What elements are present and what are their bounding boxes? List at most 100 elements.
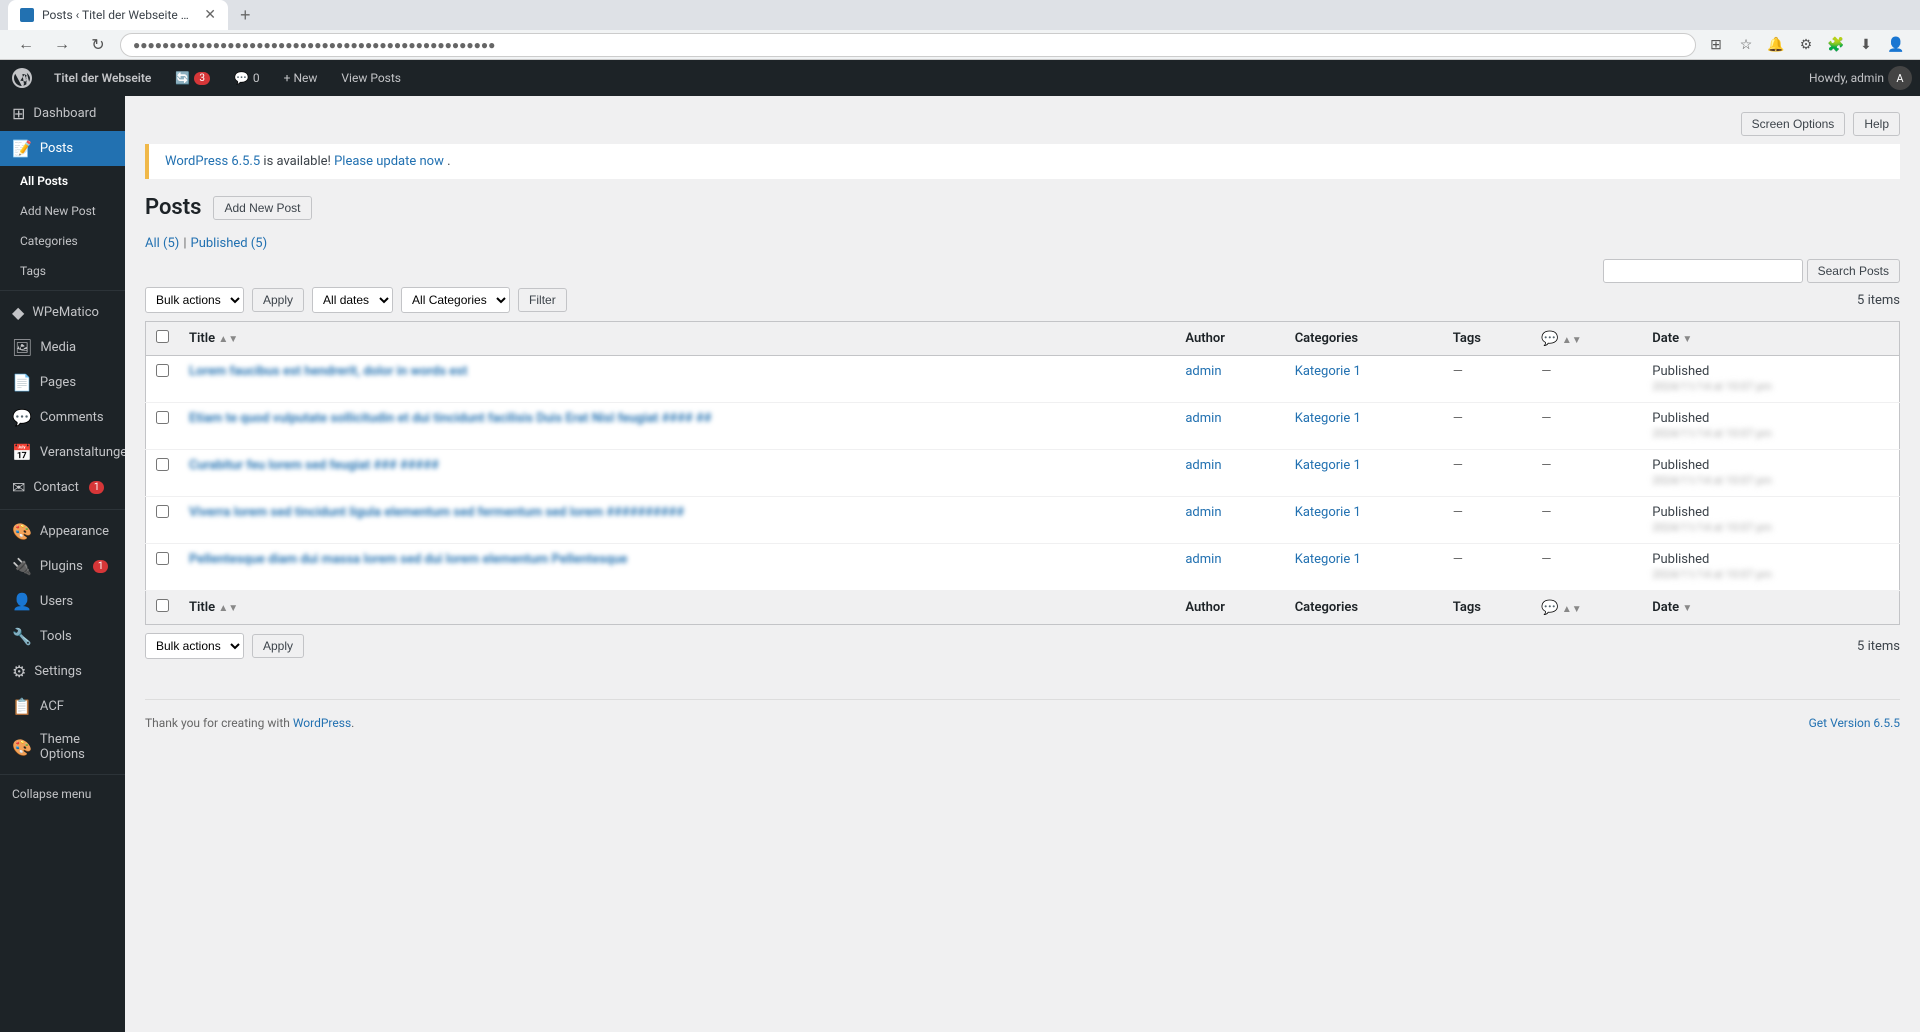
close-tab-icon[interactable]: ✕ (204, 7, 216, 23)
profile-icon[interactable]: 👤 (1884, 33, 1908, 57)
notice-update-link[interactable]: Please update now (334, 154, 444, 169)
filter-published-link[interactable]: Published (5) (191, 236, 268, 251)
search-input[interactable] (1603, 259, 1803, 283)
sidebar-item-posts[interactable]: 📝 Posts (0, 131, 125, 166)
wordpress-link[interactable]: WordPress (293, 716, 351, 730)
category-link-2[interactable]: Kategorie 1 (1295, 458, 1361, 473)
tools-icon: 🔧 (12, 627, 32, 646)
category-link-3[interactable]: Kategorie 1 (1295, 505, 1361, 520)
filter-button[interactable]: Filter (518, 288, 567, 312)
sidebar-item-plugins[interactable]: 🔌 Plugins 1 (0, 549, 125, 584)
tfoot-date[interactable]: Date ▼ (1642, 591, 1899, 625)
sidebar-item-wpematico[interactable]: ◆ WPeMatico (0, 295, 125, 330)
notice-wp-link[interactable]: WordPress 6.5.5 (165, 154, 260, 169)
bulk-actions-select-bottom[interactable]: Bulk actions (145, 633, 244, 659)
category-link-4[interactable]: Kategorie 1 (1295, 552, 1361, 567)
row-author-4: admin (1175, 544, 1284, 591)
veranstaltungen-icon: 📅 (12, 443, 32, 462)
sidebar-item-users[interactable]: 👤 Users (0, 584, 125, 619)
sidebar-item-pages[interactable]: 📄 Pages (0, 365, 125, 400)
get-version-link[interactable]: Get Version 6.5.5 (1809, 716, 1900, 730)
sidebar-item-add-new-post[interactable]: Add New Post (0, 196, 125, 226)
comments-value-4: — (1541, 552, 1551, 567)
sidebar-item-tools[interactable]: 🔧 Tools (0, 619, 125, 654)
admin-bar-comments[interactable]: 💬 0 (228, 60, 266, 96)
post-title-link-3[interactable]: Viverra lorem sed tincidunt ligula eleme… (189, 505, 1165, 520)
select-all-footer-checkbox[interactable] (156, 599, 169, 612)
notifications-icon[interactable]: 🔔 (1764, 33, 1788, 57)
select-all-checkbox[interactable] (156, 330, 169, 343)
table-row: Pellentesque diam dui massa lorem sed du… (146, 544, 1900, 591)
filter-all-link[interactable]: All (5) (145, 236, 179, 251)
th-date[interactable]: Date ▼ (1642, 322, 1899, 356)
th-comments[interactable]: 💬 ▲▼ (1531, 322, 1642, 356)
row-checkbox-input-1[interactable] (156, 411, 169, 424)
settings-icon[interactable]: ⚙ (1794, 33, 1818, 57)
sidebar-item-dashboard[interactable]: ⊞ Dashboard (0, 96, 125, 131)
row-checkbox-input-4[interactable] (156, 552, 169, 565)
all-dates-select[interactable]: All dates (312, 287, 393, 313)
author-link-2[interactable]: admin (1185, 458, 1221, 473)
sidebar-item-theme-options[interactable]: 🎨 Theme Options (0, 724, 125, 770)
author-link-0[interactable]: admin (1185, 364, 1221, 379)
sidebar-item-tags[interactable]: Tags (0, 256, 125, 286)
posts-tbody: Lorem faucibus est hendrerit, dolor in w… (146, 356, 1900, 591)
category-link-1[interactable]: Kategorie 1 (1295, 411, 1361, 426)
row-title-0: Lorem faucibus est hendrerit, dolor in w… (179, 356, 1175, 403)
tfoot-title[interactable]: Title ▲▼ (179, 591, 1175, 625)
admin-bar-site[interactable]: Titel der Webseite (48, 60, 157, 96)
tfoot-comments[interactable]: 💬 ▲▼ (1531, 591, 1642, 625)
collapse-menu-button[interactable]: Collapse menu (0, 779, 125, 809)
screen-options-button[interactable]: Screen Options (1741, 112, 1846, 136)
author-link-4[interactable]: admin (1185, 552, 1221, 567)
add-new-post-button[interactable]: Add New Post (213, 196, 311, 220)
forward-button[interactable]: → (48, 31, 76, 59)
search-posts-button[interactable]: Search Posts (1807, 259, 1900, 283)
category-link-0[interactable]: Kategorie 1 (1295, 364, 1361, 379)
admin-bar-view-posts[interactable]: View Posts (335, 60, 407, 96)
downloads-icon[interactable]: ⬇ (1854, 33, 1878, 57)
sidebar-item-appearance[interactable]: 🎨 Appearance (0, 514, 125, 549)
sidebar-item-contact[interactable]: ✉ Contact 1 (0, 470, 125, 505)
back-button[interactable]: ← (12, 31, 40, 59)
reload-button[interactable]: ↻ (84, 31, 112, 59)
sidebar-item-comments[interactable]: 💬 Comments (0, 400, 125, 435)
address-bar[interactable] (120, 33, 1696, 57)
admin-bar-new[interactable]: + New (278, 60, 324, 96)
author-link-3[interactable]: admin (1185, 505, 1221, 520)
row-author-3: admin (1175, 497, 1284, 544)
post-title-link-4[interactable]: Pellentesque diam dui massa lorem sed du… (189, 552, 1165, 567)
apply-button-bottom[interactable]: Apply (252, 634, 304, 658)
row-checkbox-input-3[interactable] (156, 505, 169, 518)
row-date-2: Published 2024/11/14 at 10:07 pm (1642, 450, 1899, 497)
admin-bar-updates[interactable]: 🔄 3 (169, 60, 216, 96)
post-title-link-1[interactable]: Etiam te quod vulputate sollicitudin et … (189, 411, 1165, 426)
browser-tab-active[interactable]: Posts ‹ Titel der Webseite — W... ✕ (8, 0, 228, 30)
post-title-link-0[interactable]: Lorem faucibus est hendrerit, dolor in w… (189, 364, 1165, 379)
row-checkbox-input-0[interactable] (156, 364, 169, 377)
bulk-actions-select-top[interactable]: Bulk actions (145, 287, 244, 313)
sidebar-item-settings[interactable]: ⚙ Settings (0, 654, 125, 689)
extensions-icon[interactable]: 🧩 (1824, 33, 1848, 57)
sidebar-item-categories[interactable]: Categories (0, 226, 125, 256)
apply-button-top[interactable]: Apply (252, 288, 304, 312)
th-title[interactable]: Title ▲▼ (179, 322, 1175, 356)
row-checkbox-1 (146, 403, 180, 450)
sidebar-item-all-posts[interactable]: All Posts (0, 166, 125, 196)
author-link-1[interactable]: admin (1185, 411, 1221, 426)
help-button[interactable]: Help (1853, 112, 1900, 136)
admin-avatar[interactable]: A (1888, 66, 1912, 90)
sidebar-label-appearance: Appearance (40, 524, 109, 539)
page-header: Posts Add New Post (145, 195, 1900, 220)
new-tab-button[interactable]: + (232, 5, 259, 26)
row-checkbox-input-2[interactable] (156, 458, 169, 471)
sidebar-item-acf[interactable]: 📋 ACF (0, 689, 125, 724)
sidebar-item-media[interactable]: 🖼 Media (0, 330, 125, 365)
page-title: Posts (145, 195, 201, 220)
star-icon[interactable]: ☆ (1734, 33, 1758, 57)
post-title-link-2[interactable]: Curabitur feu lorem sed feugiat ### ####… (189, 458, 1165, 473)
all-categories-select[interactable]: All Categories (401, 287, 510, 313)
wp-logo[interactable] (8, 64, 36, 92)
translate-icon[interactable]: ⊞ (1704, 33, 1728, 57)
sidebar-item-veranstaltungen[interactable]: 📅 Veranstaltungen (0, 435, 125, 470)
